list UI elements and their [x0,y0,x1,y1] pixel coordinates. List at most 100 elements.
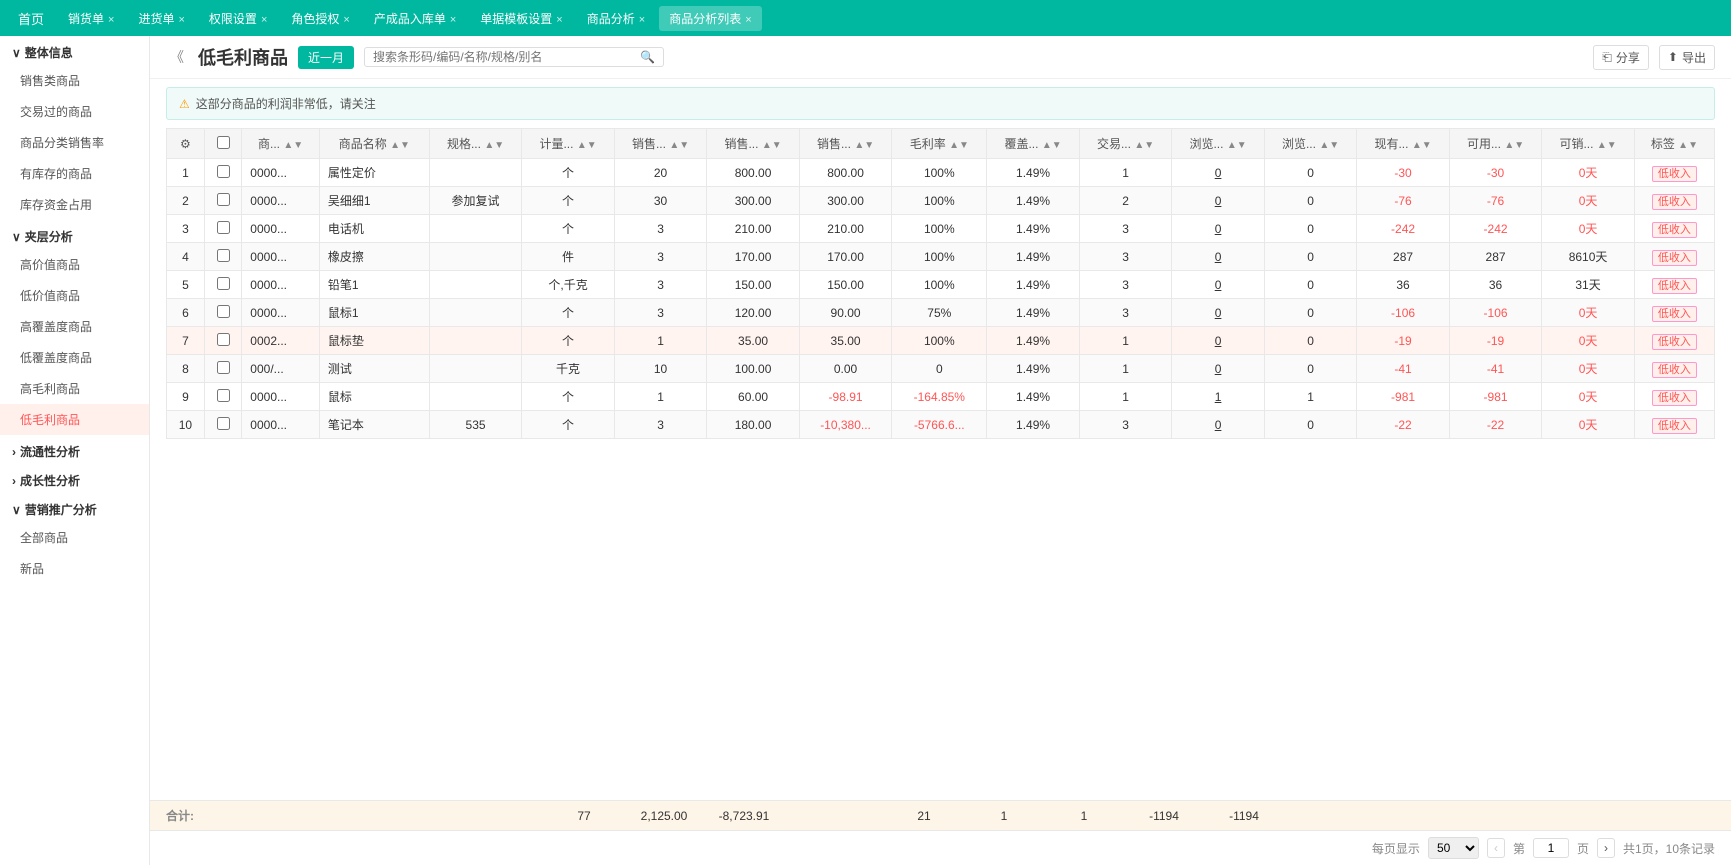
row-select-checkbox[interactable] [217,417,230,430]
col-trade[interactable]: 交易... ▲▼ [1079,129,1172,159]
sidebar-item-high-gross[interactable]: 高毛利商品 [0,373,149,404]
col-settings[interactable]: ⚙ [167,129,205,159]
col-view2[interactable]: 浏览... ▲▼ [1264,129,1357,159]
sidebar-group-marketing[interactable]: ∨ 营销推广分析 [0,493,149,522]
row-checkbox[interactable] [204,327,241,355]
sidebar-item-category-rate[interactable]: 商品分类销售率 [0,127,149,158]
row-sale2: 180.00 [707,411,800,439]
sidebar-item-low-gross[interactable]: 低毛利商品 [0,404,149,435]
close-icon[interactable]: × [556,14,562,26]
prev-page-button[interactable]: ‹ [1487,838,1505,858]
col-stock2[interactable]: 可用... ▲▼ [1449,129,1542,159]
sidebar-item-high-value[interactable]: 高价值商品 [0,249,149,280]
select-all-checkbox[interactable] [217,136,230,149]
row-select-checkbox[interactable] [217,249,230,262]
row-checkbox[interactable] [204,299,241,327]
row-view1[interactable]: 0 [1172,327,1265,355]
row-view1[interactable]: 0 [1172,271,1265,299]
row-select-checkbox[interactable] [217,221,230,234]
search-input[interactable] [373,50,636,64]
sidebar-item-low-value[interactable]: 低价值商品 [0,280,149,311]
row-view1[interactable]: 0 [1172,243,1265,271]
sidebar-item-stocked-products[interactable]: 有库存的商品 [0,158,149,189]
share-button[interactable]: ⎗ 分享 [1593,45,1649,70]
row-checkbox[interactable] [204,411,241,439]
sidebar-item-stock-capital[interactable]: 库存资金占用 [0,189,149,220]
row-checkbox[interactable] [204,159,241,187]
nav-item-permissions[interactable]: 权限设置× [199,6,277,31]
col-sale2[interactable]: 销售... ▲▼ [707,129,800,159]
sidebar-item-low-coverage[interactable]: 低覆盖度商品 [0,342,149,373]
row-select-checkbox[interactable] [217,305,230,318]
next-page-button[interactable]: › [1597,838,1615,858]
col-sale3[interactable]: 销售... ▲▼ [799,129,892,159]
sidebar-group-circulation[interactable]: › 流通性分析 [0,435,149,464]
row-checkbox[interactable] [204,355,241,383]
col-code[interactable]: 商... ▲▼ [242,129,320,159]
sidebar-group-layered[interactable]: ∨ 夹层分析 [0,220,149,249]
row-view1[interactable]: 0 [1172,299,1265,327]
close-icon[interactable]: × [745,14,751,26]
row-sale3: 300.00 [799,187,892,215]
row-checkbox[interactable] [204,187,241,215]
col-tag[interactable]: 标签 ▲▼ [1634,129,1714,159]
row-select-checkbox[interactable] [217,389,230,402]
nav-item-template[interactable]: 单据模板设置× [470,6,572,31]
close-icon[interactable]: × [178,14,184,26]
date-filter-button[interactable]: 近一月 [298,46,354,69]
col-sale1[interactable]: 销售... ▲▼ [614,129,707,159]
row-view1[interactable]: 0 [1172,215,1265,243]
sidebar-item-traded-products[interactable]: 交易过的商品 [0,96,149,127]
row-sale3: 0.00 [799,355,892,383]
row-view1[interactable]: 0 [1172,159,1265,187]
per-page-select[interactable]: 50 20 100 [1428,837,1479,859]
row-checkbox[interactable] [204,383,241,411]
sidebar-item-sales-products[interactable]: 销售类商品 [0,65,149,96]
close-icon[interactable]: × [450,14,456,26]
sidebar-item-new-products[interactable]: 新品 [0,553,149,584]
col-unit[interactable]: 计量... ▲▼ [522,129,615,159]
export-button[interactable]: ⬆ 导出 [1659,45,1715,70]
close-icon[interactable]: × [343,14,349,26]
row-no: 8 [167,355,205,383]
close-icon[interactable]: × [261,14,267,26]
table-container: ⚙ 商... ▲▼ 商品名称 ▲▼ 规格... ▲▼ 计量... ▲▼ 销售..… [150,128,1731,800]
nav-item-product-analysis-list[interactable]: 商品分析列表× [659,6,761,31]
sidebar-group-growth[interactable]: › 成长性分析 [0,464,149,493]
row-checkbox[interactable] [204,243,241,271]
row-select-checkbox[interactable] [217,361,230,374]
row-select-checkbox[interactable] [217,333,230,346]
collapse-button[interactable]: 《 [166,45,188,69]
row-select-checkbox[interactable] [217,193,230,206]
nav-item-roles[interactable]: 角色授权× [281,6,359,31]
nav-item-sales[interactable]: 销货单× [58,6,124,31]
nav-item-home[interactable]: 首页 [8,5,54,32]
col-stock3[interactable]: 可销... ▲▼ [1542,129,1635,159]
row-view1[interactable]: 0 [1172,411,1265,439]
col-coverage[interactable]: 覆盖... ▲▼ [987,129,1080,159]
row-select-checkbox[interactable] [217,277,230,290]
col-view1[interactable]: 浏览... ▲▼ [1172,129,1265,159]
search-icon[interactable]: 🔍 [640,50,655,64]
nav-item-product-analysis[interactable]: 商品分析× [577,6,655,31]
row-select-checkbox[interactable] [217,165,230,178]
page-input[interactable] [1533,838,1569,858]
row-view1[interactable]: 1 [1172,383,1265,411]
col-stock1[interactable]: 现有... ▲▼ [1357,129,1450,159]
row-view1[interactable]: 0 [1172,187,1265,215]
sidebar-group-overall[interactable]: ∨ 整体信息 [0,36,149,65]
row-checkbox[interactable] [204,215,241,243]
row-gross: 100% [892,159,987,187]
col-name[interactable]: 商品名称 ▲▼ [319,129,429,159]
row-checkbox[interactable] [204,271,241,299]
col-gross[interactable]: 毛利率 ▲▼ [892,129,987,159]
sidebar-item-high-coverage[interactable]: 高覆盖度商品 [0,311,149,342]
nav-item-product-entry[interactable]: 产成品入库单× [364,6,466,31]
close-icon[interactable]: × [639,14,645,26]
col-check[interactable] [204,129,241,159]
close-icon[interactable]: × [108,14,114,26]
nav-item-purchase[interactable]: 进货单× [128,6,194,31]
sidebar-item-all-products[interactable]: 全部商品 [0,522,149,553]
col-spec[interactable]: 规格... ▲▼ [429,129,522,159]
row-view1[interactable]: 0 [1172,355,1265,383]
